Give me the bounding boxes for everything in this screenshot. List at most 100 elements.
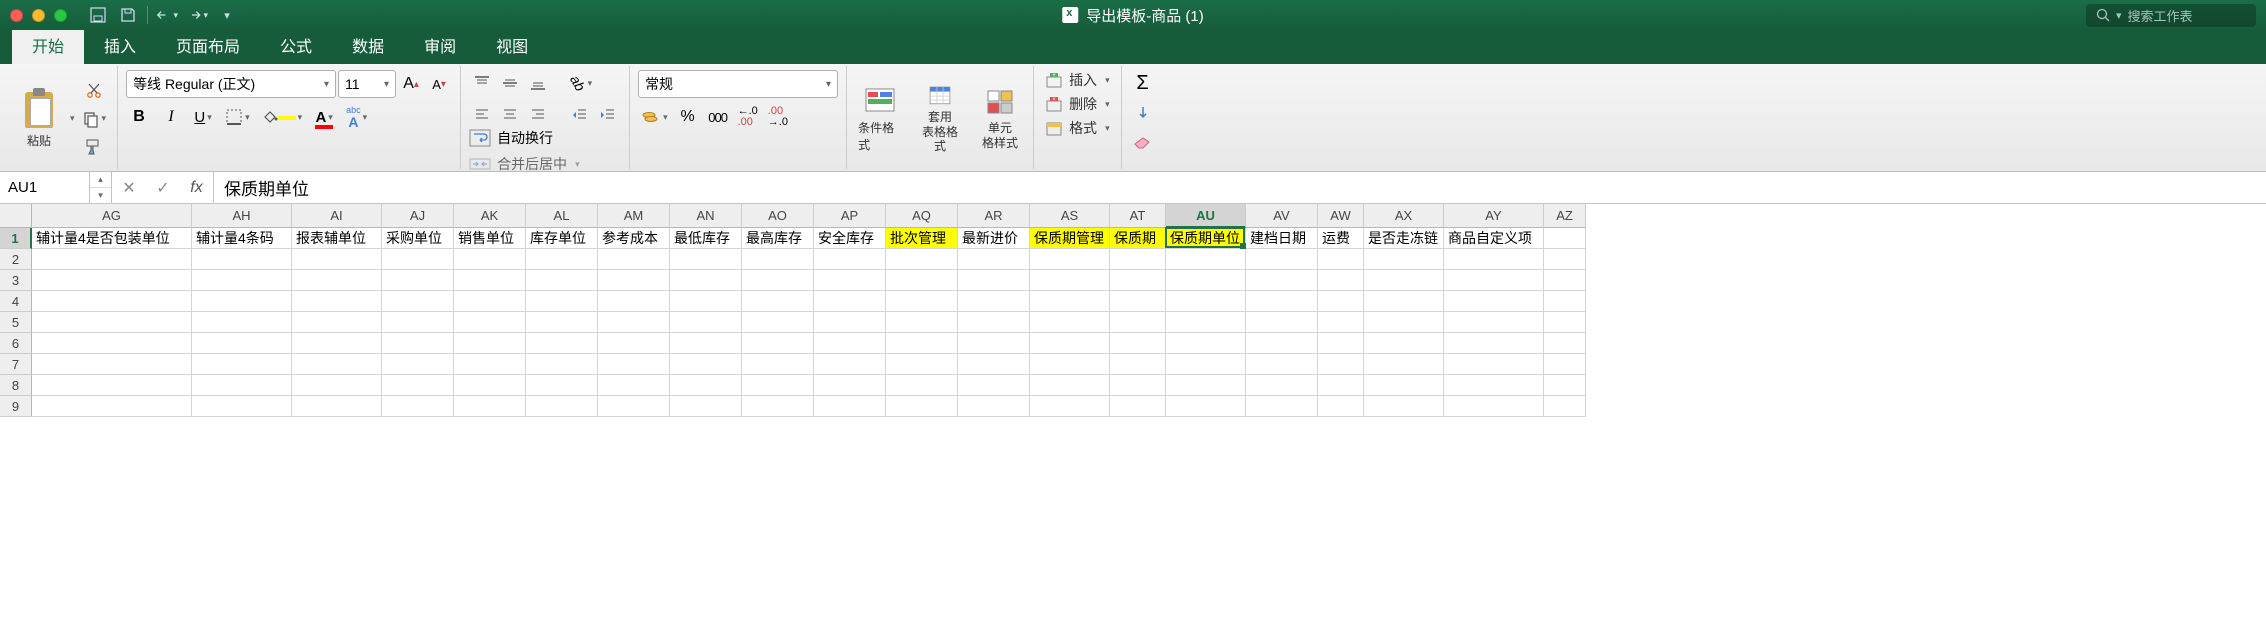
cell[interactable] (1544, 396, 1586, 417)
undo-button[interactable]: ▾ (156, 4, 178, 26)
cell[interactable] (1444, 333, 1544, 354)
cell[interactable] (526, 375, 598, 396)
align-left-button[interactable] (469, 102, 495, 128)
column-header[interactable]: AW (1318, 204, 1364, 228)
cell[interactable] (814, 312, 886, 333)
row-header[interactable]: 7 (0, 354, 32, 375)
cell[interactable] (292, 354, 382, 375)
cell-styles-button[interactable]: 单元 格样式 (975, 84, 1025, 154)
cell[interactable] (1318, 375, 1364, 396)
cell[interactable] (1110, 396, 1166, 417)
cell[interactable] (1166, 333, 1246, 354)
cell[interactable] (454, 291, 526, 312)
cell[interactable] (742, 396, 814, 417)
cell[interactable] (742, 354, 814, 375)
cell[interactable] (1110, 249, 1166, 270)
tab-home[interactable]: 开始 (12, 25, 84, 64)
cell[interactable] (1030, 312, 1110, 333)
decrease-decimal-button[interactable]: .00→.0 (765, 104, 791, 130)
cell[interactable] (292, 249, 382, 270)
row-header[interactable]: 8 (0, 375, 32, 396)
row-header[interactable]: 9 (0, 396, 32, 417)
cell[interactable] (1030, 375, 1110, 396)
cell[interactable] (382, 249, 454, 270)
cell[interactable] (814, 270, 886, 291)
row-header[interactable]: 1 (0, 228, 32, 249)
orientation-button[interactable]: ab▾ (567, 70, 595, 96)
cell[interactable] (192, 333, 292, 354)
cell[interactable] (814, 333, 886, 354)
conditional-formatting-button[interactable]: 条件格式 (855, 84, 905, 154)
delete-cells-button[interactable]: × 删除▾ (1042, 94, 1113, 114)
cell[interactable] (598, 333, 670, 354)
cell[interactable] (958, 354, 1030, 375)
cell[interactable] (526, 270, 598, 291)
cell[interactable] (454, 312, 526, 333)
cell[interactable] (382, 291, 454, 312)
paste-button[interactable]: 粘贴 (14, 84, 64, 154)
cell[interactable] (1246, 396, 1318, 417)
cell[interactable] (742, 333, 814, 354)
column-header[interactable]: AU (1166, 204, 1246, 228)
column-header[interactable]: AV (1246, 204, 1318, 228)
cell[interactable] (382, 354, 454, 375)
cell[interactable] (886, 291, 958, 312)
cell[interactable] (1444, 291, 1544, 312)
cell[interactable] (1544, 291, 1586, 312)
decrease-font-button[interactable]: A▾ (426, 71, 452, 97)
cell[interactable] (598, 249, 670, 270)
cell[interactable] (1110, 291, 1166, 312)
cell[interactable] (526, 249, 598, 270)
cell[interactable] (670, 354, 742, 375)
paste-dropdown[interactable]: ▾ (70, 113, 75, 124)
search-box[interactable]: ▾ 搜索工作表 (2086, 4, 2256, 27)
cell[interactable] (292, 270, 382, 291)
increase-font-button[interactable]: A▴ (398, 71, 424, 97)
save-icon[interactable] (117, 4, 139, 26)
cell[interactable] (1110, 333, 1166, 354)
cell[interactable] (598, 354, 670, 375)
cell[interactable] (886, 396, 958, 417)
cell[interactable] (1166, 291, 1246, 312)
cell[interactable] (958, 291, 1030, 312)
font-color-button[interactable]: A▾ (311, 104, 337, 130)
cells-area[interactable]: 辅计量4是否包装单位辅计量4条码报表辅单位采购单位销售单位库存单位参考成本最低库… (32, 228, 1586, 417)
cell[interactable] (526, 312, 598, 333)
cell[interactable] (670, 396, 742, 417)
cell[interactable] (1246, 270, 1318, 291)
cell[interactable]: 运费 (1318, 228, 1364, 249)
cell[interactable] (670, 333, 742, 354)
cell[interactable] (32, 396, 192, 417)
close-window-button[interactable] (10, 9, 23, 22)
cell[interactable] (1030, 291, 1110, 312)
cell[interactable] (1364, 396, 1444, 417)
cell[interactable]: 保质期 (1110, 228, 1166, 249)
align-middle-button[interactable] (497, 70, 523, 96)
cell[interactable] (382, 396, 454, 417)
name-box-spinner[interactable]: ▴▾ (90, 172, 112, 203)
cell[interactable] (886, 354, 958, 375)
cell[interactable] (1544, 354, 1586, 375)
cell[interactable] (886, 312, 958, 333)
cell[interactable] (1246, 291, 1318, 312)
italic-button[interactable]: I (158, 104, 184, 130)
cell[interactable] (958, 375, 1030, 396)
tab-view[interactable]: 视图 (476, 25, 548, 64)
cell[interactable]: 最低库存 (670, 228, 742, 249)
cell[interactable] (814, 375, 886, 396)
column-header[interactable]: AO (742, 204, 814, 228)
tab-insert[interactable]: 插入 (84, 25, 156, 64)
cell[interactable] (1444, 312, 1544, 333)
cell[interactable] (1110, 375, 1166, 396)
cell[interactable] (1246, 249, 1318, 270)
phonetic-button[interactable]: abcA▾ (343, 104, 370, 130)
select-all-button[interactable] (0, 204, 32, 228)
cell[interactable] (32, 312, 192, 333)
column-header[interactable]: AQ (886, 204, 958, 228)
cell[interactable] (598, 375, 670, 396)
cell[interactable] (886, 249, 958, 270)
minimize-window-button[interactable] (32, 9, 45, 22)
cell[interactable] (1318, 396, 1364, 417)
cell[interactable] (1246, 375, 1318, 396)
cell[interactable]: 最新进价 (958, 228, 1030, 249)
